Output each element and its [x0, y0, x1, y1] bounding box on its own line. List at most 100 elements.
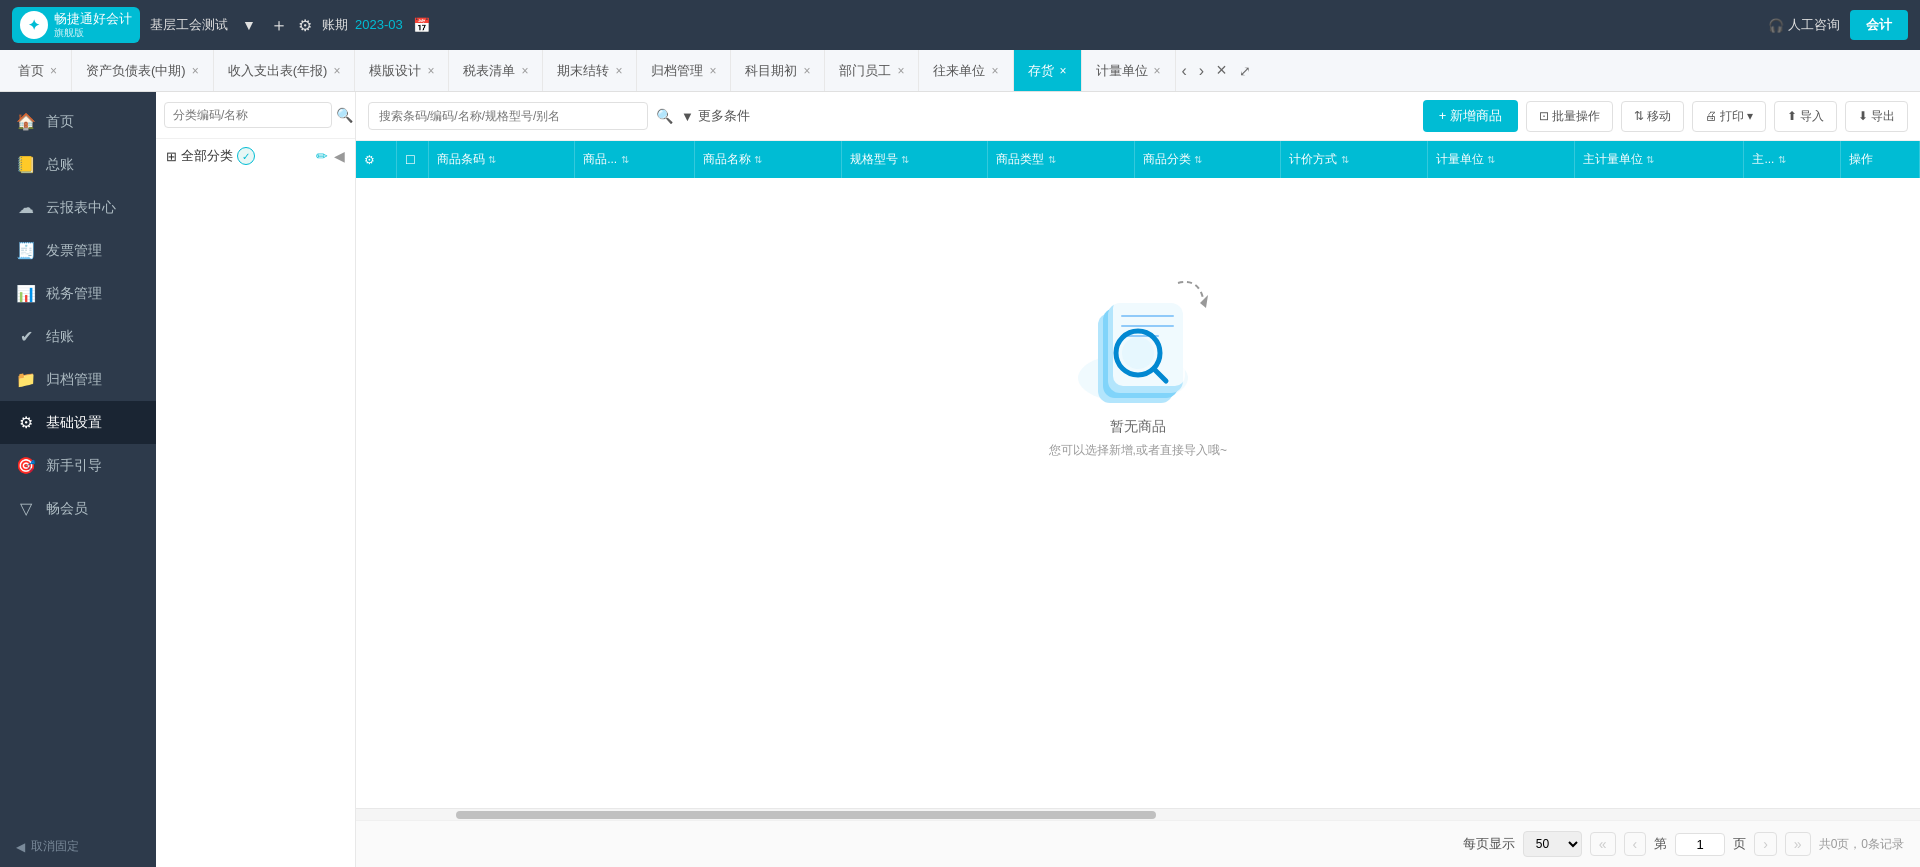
- batch-operation-btn[interactable]: ⊡ 批量操作: [1526, 101, 1613, 132]
- tab-expand-btn[interactable]: ⤢: [1233, 63, 1257, 79]
- col-price-method[interactable]: 计价方式 ⇅: [1281, 141, 1428, 178]
- svg-point-9: [1122, 337, 1154, 369]
- category-search-btn[interactable]: 🔍: [336, 107, 353, 123]
- print-dropdown-icon: ▾: [1747, 109, 1753, 123]
- tab-close-balance[interactable]: ×: [192, 64, 199, 78]
- page-last-btn[interactable]: »: [1785, 832, 1811, 856]
- page-number-input[interactable]: [1675, 833, 1725, 856]
- sidebar-item-archive[interactable]: 📁 归档管理: [0, 358, 156, 401]
- sidebar-item-ledger[interactable]: 📒 总账: [0, 143, 156, 186]
- import-icon: ⬆: [1787, 109, 1797, 123]
- sidebar-item-member[interactable]: ▽ 畅会员: [0, 487, 156, 530]
- tab-contacts[interactable]: 往来单位 ×: [919, 50, 1013, 91]
- tab-close-homepage[interactable]: ×: [50, 64, 57, 78]
- period-label: 账期 2023-03: [322, 16, 403, 34]
- category-edit-btn[interactable]: ✏: [316, 148, 328, 164]
- add-product-btn[interactable]: + 新增商品: [1423, 100, 1518, 132]
- tab-close-template[interactable]: ×: [427, 64, 434, 78]
- top-bar: 🔍 ▼ 更多条件 + 新增商品 ⊡ 批量操作 ⇅ 移动: [356, 92, 1920, 141]
- col-main-abbr[interactable]: 主... ⇅: [1744, 141, 1841, 178]
- col-code[interactable]: 商品... ⇅: [575, 141, 695, 178]
- tab-department[interactable]: 部门员工 ×: [825, 50, 919, 91]
- tab-archive[interactable]: 归档管理 ×: [637, 50, 731, 91]
- sidebar-unpin-btn[interactable]: ◀ 取消固定: [0, 826, 156, 867]
- col-name[interactable]: 商品名称 ⇅: [694, 141, 841, 178]
- move-btn[interactable]: ⇅ 移动: [1621, 101, 1684, 132]
- tab-close-inventory[interactable]: ×: [1060, 64, 1067, 78]
- tab-prev-btn[interactable]: ‹: [1176, 62, 1193, 80]
- service-btn[interactable]: 🎧 人工咨询: [1768, 16, 1840, 34]
- app-logo-text: 畅捷通好会计 旗舰版: [54, 11, 132, 39]
- company-name: 基层工会测试: [150, 16, 228, 34]
- tab-balance-sheet[interactable]: 资产负债表(中期) ×: [72, 50, 214, 91]
- tab-close-income[interactable]: ×: [333, 64, 340, 78]
- calendar-btn[interactable]: 📅: [413, 17, 430, 33]
- sidebar-item-tax[interactable]: 📊 税务管理: [0, 272, 156, 315]
- tab-close-subject[interactable]: ×: [803, 64, 810, 78]
- product-search-btn[interactable]: 🔍: [656, 108, 673, 124]
- grid-icon: ⊞: [166, 149, 177, 164]
- period-value: 2023-03: [355, 17, 403, 32]
- page-next-btn[interactable]: ›: [1754, 832, 1777, 856]
- category-all-item[interactable]: ⊞ 全部分类 ✓: [166, 147, 310, 165]
- headset-icon: 🎧: [1768, 18, 1784, 33]
- tab-close-contacts[interactable]: ×: [991, 64, 998, 78]
- app-logo[interactable]: ✦ 畅捷通好会计 旗舰版: [12, 7, 140, 43]
- print-icon: 🖨: [1705, 109, 1717, 123]
- tab-homepage[interactable]: 首页 ×: [4, 50, 72, 91]
- header-settings-btn[interactable]: ⚙: [298, 16, 312, 35]
- invoice-icon: 🧾: [16, 241, 36, 260]
- sidebar-item-close-account[interactable]: ✔ 结账: [0, 315, 156, 358]
- per-page-select[interactable]: 50 100 200: [1523, 831, 1582, 857]
- unpin-icon: ◀: [16, 840, 25, 854]
- sidebar-item-home[interactable]: 🏠 首页: [0, 100, 156, 143]
- tab-measure-unit[interactable]: 计量单位 ×: [1082, 50, 1176, 91]
- import-btn[interactable]: ⬆ 导入: [1774, 101, 1837, 132]
- horizontal-scrollbar[interactable]: [356, 808, 1920, 820]
- sidebar-item-basic-settings[interactable]: ⚙ 基础设置: [0, 401, 156, 444]
- col-settings[interactable]: ⚙: [356, 141, 396, 178]
- sidebar-item-guide[interactable]: 🎯 新手引导: [0, 444, 156, 487]
- tab-template[interactable]: 模版设计 ×: [355, 50, 449, 91]
- tab-next-btn[interactable]: ›: [1193, 62, 1210, 80]
- tab-tax-list[interactable]: 税表清单 ×: [449, 50, 543, 91]
- tab-subject-init[interactable]: 科目期初 ×: [731, 50, 825, 91]
- sidebar-item-invoice[interactable]: 🧾 发票管理: [0, 229, 156, 272]
- col-unit[interactable]: 计量单位 ⇅: [1428, 141, 1575, 178]
- company-dropdown-btn[interactable]: ▼: [238, 17, 260, 33]
- tab-close-archive[interactable]: ×: [709, 64, 716, 78]
- tab-close-all-btn[interactable]: ×: [1210, 60, 1233, 81]
- scrollbar-thumb[interactable]: [456, 811, 1156, 819]
- col-main-unit[interactable]: 主计量单位 ⇅: [1574, 141, 1744, 178]
- col-checkbox[interactable]: ☐: [396, 141, 428, 178]
- sort-main-unit-icon: ⇅: [1646, 154, 1654, 165]
- category-search-input[interactable]: [164, 102, 332, 128]
- sort-spec-icon: ⇅: [901, 154, 909, 165]
- svg-marker-11: [1200, 295, 1208, 308]
- tab-close-measure[interactable]: ×: [1154, 64, 1161, 78]
- print-btn[interactable]: 🖨 打印 ▾: [1692, 101, 1766, 132]
- export-btn[interactable]: ⬇ 导出: [1845, 101, 1908, 132]
- tab-inventory[interactable]: 存货 ×: [1014, 50, 1082, 91]
- col-spec[interactable]: 规格型号 ⇅: [841, 141, 988, 178]
- category-check-icon: ✓: [237, 147, 255, 165]
- col-action: 操作: [1841, 141, 1920, 178]
- account-btn[interactable]: 会计: [1850, 10, 1908, 40]
- more-filter-btn[interactable]: ▼ 更多条件: [681, 107, 750, 125]
- tab-close-period[interactable]: ×: [615, 64, 622, 78]
- close-account-icon: ✔: [16, 327, 36, 346]
- product-search-input[interactable]: [368, 102, 648, 130]
- header-add-btn[interactable]: ＋: [270, 13, 288, 37]
- tab-close-dept[interactable]: ×: [897, 64, 904, 78]
- col-barcode[interactable]: 商品条码 ⇅: [428, 141, 575, 178]
- panel-collapse-btn[interactable]: ◀: [334, 148, 345, 164]
- tab-close-tax[interactable]: ×: [521, 64, 528, 78]
- tab-income-statement[interactable]: 收入支出表(年报) ×: [214, 50, 356, 91]
- col-category[interactable]: 商品分类 ⇅: [1134, 141, 1281, 178]
- sidebar-item-cloud-report[interactable]: ☁ 云报表中心: [0, 186, 156, 229]
- page-first-btn[interactable]: «: [1590, 832, 1616, 856]
- pagination-bar: 每页显示 50 100 200 « ‹ 第 页 › » 共0页，0条记录: [356, 820, 1920, 867]
- page-prev-btn[interactable]: ‹: [1624, 832, 1647, 856]
- tab-period-end[interactable]: 期末结转 ×: [543, 50, 637, 91]
- col-type[interactable]: 商品类型 ⇅: [988, 141, 1135, 178]
